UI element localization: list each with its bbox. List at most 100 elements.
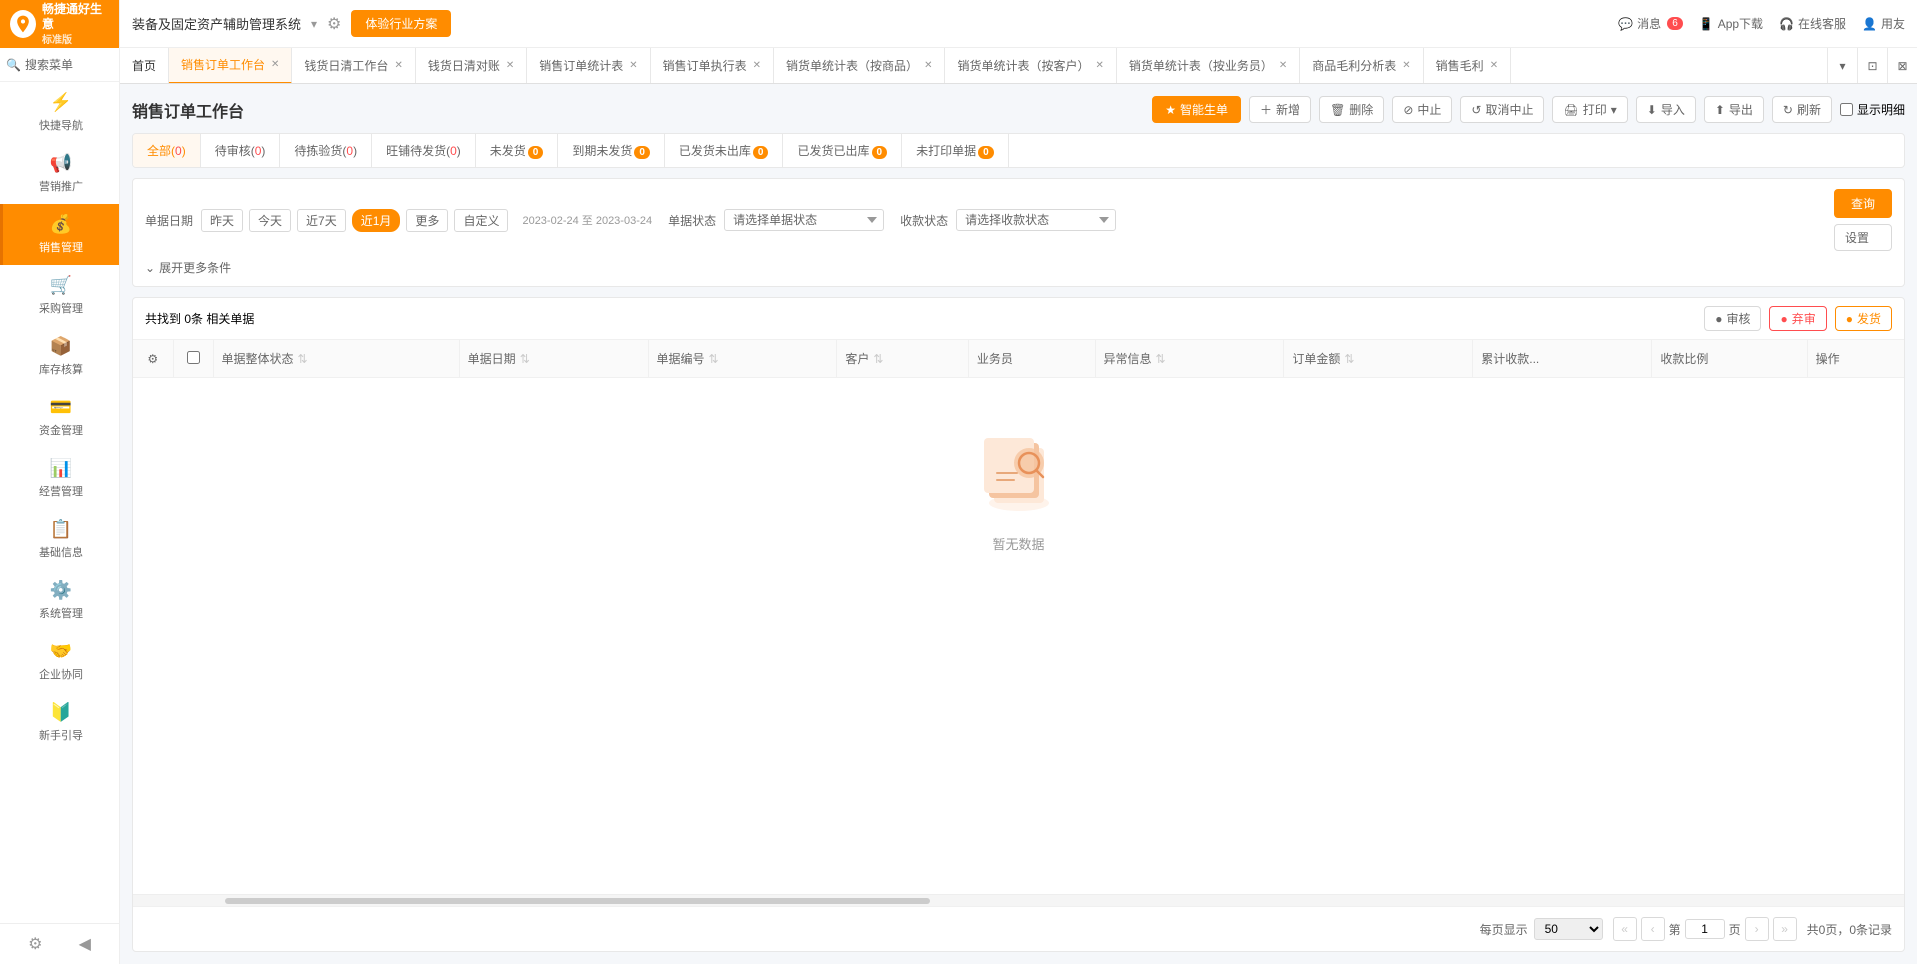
sidebar-item-system[interactable]: ⚙️ 系统管理 [0,570,119,631]
tab-sales-by-product[interactable]: 销货单统计表（按商品） ✕ [774,48,945,84]
th-customer[interactable]: 客户⇅ [837,340,969,378]
tab-sales-profit[interactable]: 销售毛利 ✕ [1424,48,1511,84]
tab-close-icon[interactable]: ✕ [1279,60,1287,71]
settings-icon[interactable]: ⚙ [28,934,42,954]
tab-overflow-btn[interactable]: ▾ [1827,48,1857,84]
sidebar-item-finance[interactable]: 💳 资金管理 [0,387,119,448]
import-btn[interactable]: ⬇ 导入 [1636,96,1696,123]
page-input[interactable] [1685,919,1725,939]
date-btn-today[interactable]: 今天 [249,209,291,232]
industry-btn[interactable]: 体验行业方案 [351,10,451,37]
horizontal-scrollbar[interactable] [133,894,1904,906]
online-service-item[interactable]: 🎧 在线客服 [1779,15,1846,32]
service-icon: 🎧 [1779,17,1794,31]
select-all-checkbox[interactable] [187,351,200,364]
sidebar-item-enterprise[interactable]: 🤝 企业协同 [0,631,119,692]
tab-cash-daily[interactable]: 钱货日清工作台 ✕ [292,48,415,84]
tab-close-icon[interactable]: ✕ [753,60,761,71]
filter-tab-pending-inspection[interactable]: 待拣验货(0) [280,134,372,167]
user-item[interactable]: 👤 用友 [1862,15,1905,32]
tab-maximize-btn[interactable]: ⊠ [1887,48,1917,84]
date-btn-more[interactable]: 更多 [406,209,448,232]
print-btn[interactable]: 🖨 打印 ▾ [1552,96,1627,123]
date-btn-last1m[interactable]: 近1月 [352,209,401,232]
filter-tab-shipped-warehoused[interactable]: 已发货已出库0 [783,134,902,167]
tab-close-icon[interactable]: ✕ [394,60,402,71]
sidebar-item-guide[interactable]: 🔰 新手引导 [0,692,119,753]
show-detail-checkbox[interactable] [1840,103,1853,116]
tab-sales-workbench[interactable]: 销售订单工作台 ✕ [169,48,292,84]
collapse-icon[interactable]: ◀ [79,934,91,954]
tab-product-margin[interactable]: 商品毛利分析表 ✕ [1300,48,1423,84]
tab-cash-reconcile[interactable]: 钱货日清对账 ✕ [416,48,527,84]
message-item[interactable]: 💬 消息 6 [1618,15,1683,32]
pause-btn[interactable]: ⊘ 中止 [1392,96,1452,123]
show-detail-label[interactable]: 显示明细 [1840,101,1905,118]
search-btn[interactable]: 查询 [1834,189,1892,218]
sidebar-search[interactable]: 🔍 搜索菜单 [0,48,119,82]
refresh-btn[interactable]: ↻ 刷新 [1772,96,1832,123]
tab-sales-by-staff[interactable]: 销货单统计表（按业务员） ✕ [1117,48,1300,84]
sidebar-item-quick-nav[interactable]: ⚡ 快捷导航 [0,82,119,143]
th-settings[interactable]: ⚙ [133,340,173,378]
tab-sales-stats[interactable]: 销售订单统计表 ✕ [527,48,650,84]
tab-close-icon[interactable]: ✕ [1402,60,1410,71]
audit-btn[interactable]: ● 审核 [1704,306,1761,331]
sidebar-item-marketing[interactable]: 📢 营销推广 [0,143,119,204]
smart-btn[interactable]: ★ 智能生单 [1152,96,1241,123]
tab-close-icon[interactable]: ✕ [1490,60,1498,71]
filter-tab-pending-review[interactable]: 待审核(0) [201,134,281,167]
next-page-btn[interactable]: › [1745,917,1769,941]
tab-close-icon[interactable]: ✕ [629,60,637,71]
export-btn[interactable]: ⬆ 导出 [1704,96,1764,123]
tab-sales-exec[interactable]: 销售订单执行表 ✕ [651,48,774,84]
tab-close-icon[interactable]: ✕ [506,60,514,71]
th-number[interactable]: 单据编号⇅ [648,340,837,378]
date-btn-last7[interactable]: 近7天 [297,209,346,232]
date-btn-custom[interactable]: 自定义 [454,209,508,232]
sidebar-item-sales[interactable]: 💰 销售管理 [0,204,119,265]
add-btn[interactable]: ＋ 新增 [1249,96,1311,123]
expand-btn[interactable]: ⌄ 展开更多条件 [145,259,1892,276]
th-date[interactable]: 单据日期⇅ [459,340,648,378]
th-checkbox[interactable] [173,340,213,378]
tab-close-icon[interactable]: ✕ [924,60,932,71]
tab-restore-btn[interactable]: ⊡ [1857,48,1887,84]
reject-btn[interactable]: ● 弃审 [1769,306,1826,331]
delete-btn[interactable]: 🗑 删除 [1319,96,1384,123]
filter-tab-expired-not-shipped[interactable]: 到期未发货0 [558,134,665,167]
scrollbar-thumb[interactable] [225,898,930,904]
payment-select[interactable]: 请选择收款状态 [956,209,1116,231]
tab-home[interactable]: 首页 [120,48,169,84]
app-download-item[interactable]: 📱 App下载 [1699,15,1763,32]
tab-sales-by-customer[interactable]: 销货单统计表（按客户） ✕ [945,48,1116,84]
filter-tab-all[interactable]: 全部(0) [133,134,201,167]
th-amount[interactable]: 订单金额⇅ [1284,340,1473,378]
sidebar-item-inventory[interactable]: 📦 库存核算 [0,326,119,387]
sidebar-item-purchase[interactable]: 🛒 采购管理 [0,265,119,326]
operations-icon: 📊 [50,458,72,479]
delete-icon: 🗑 [1330,103,1345,117]
filter-settings-btn[interactable]: 设置 [1834,224,1892,251]
prev-page-btn[interactable]: ‹ [1641,917,1665,941]
last-page-btn[interactable]: » [1773,917,1797,941]
sidebar-item-operations[interactable]: 📊 经营管理 [0,448,119,509]
filter-tab-wangpu[interactable]: 旺铺待发货(0) [372,134,476,167]
tab-close-icon[interactable]: ✕ [1095,60,1103,71]
cancel-pause-icon: ↺ [1471,103,1481,117]
main-content: 装备及固定资产辅助管理系统 ▾ ⚙ 体验行业方案 💬 消息 6 📱 App下载 … [120,0,1917,964]
filter-tab-not-printed[interactable]: 未打印单据0 [902,134,1009,167]
sidebar-item-basic-info[interactable]: 📋 基础信息 [0,509,119,570]
status-select[interactable]: 请选择单据状态 [724,209,884,231]
ship-btn[interactable]: ● 发货 [1835,306,1892,331]
user-icon: 👤 [1862,17,1877,31]
tab-close-icon[interactable]: ✕ [271,59,279,70]
filter-tab-shipped-not-warehoused[interactable]: 已发货未出库0 [665,134,784,167]
page-header: 销售订单工作台 ★ 智能生单 ＋ 新增 🗑 删除 ⊘ 中止 [132,96,1905,123]
first-page-btn[interactable]: « [1613,917,1637,941]
cancel-pause-btn[interactable]: ↺ 取消中止 [1460,96,1544,123]
filter-tab-not-shipped[interactable]: 未发货0 [476,134,559,167]
settings-icon[interactable]: ⚙ [327,14,341,34]
date-btn-yesterday[interactable]: 昨天 [201,209,243,232]
page-size-select[interactable]: 50 10 20 100 [1534,918,1603,940]
